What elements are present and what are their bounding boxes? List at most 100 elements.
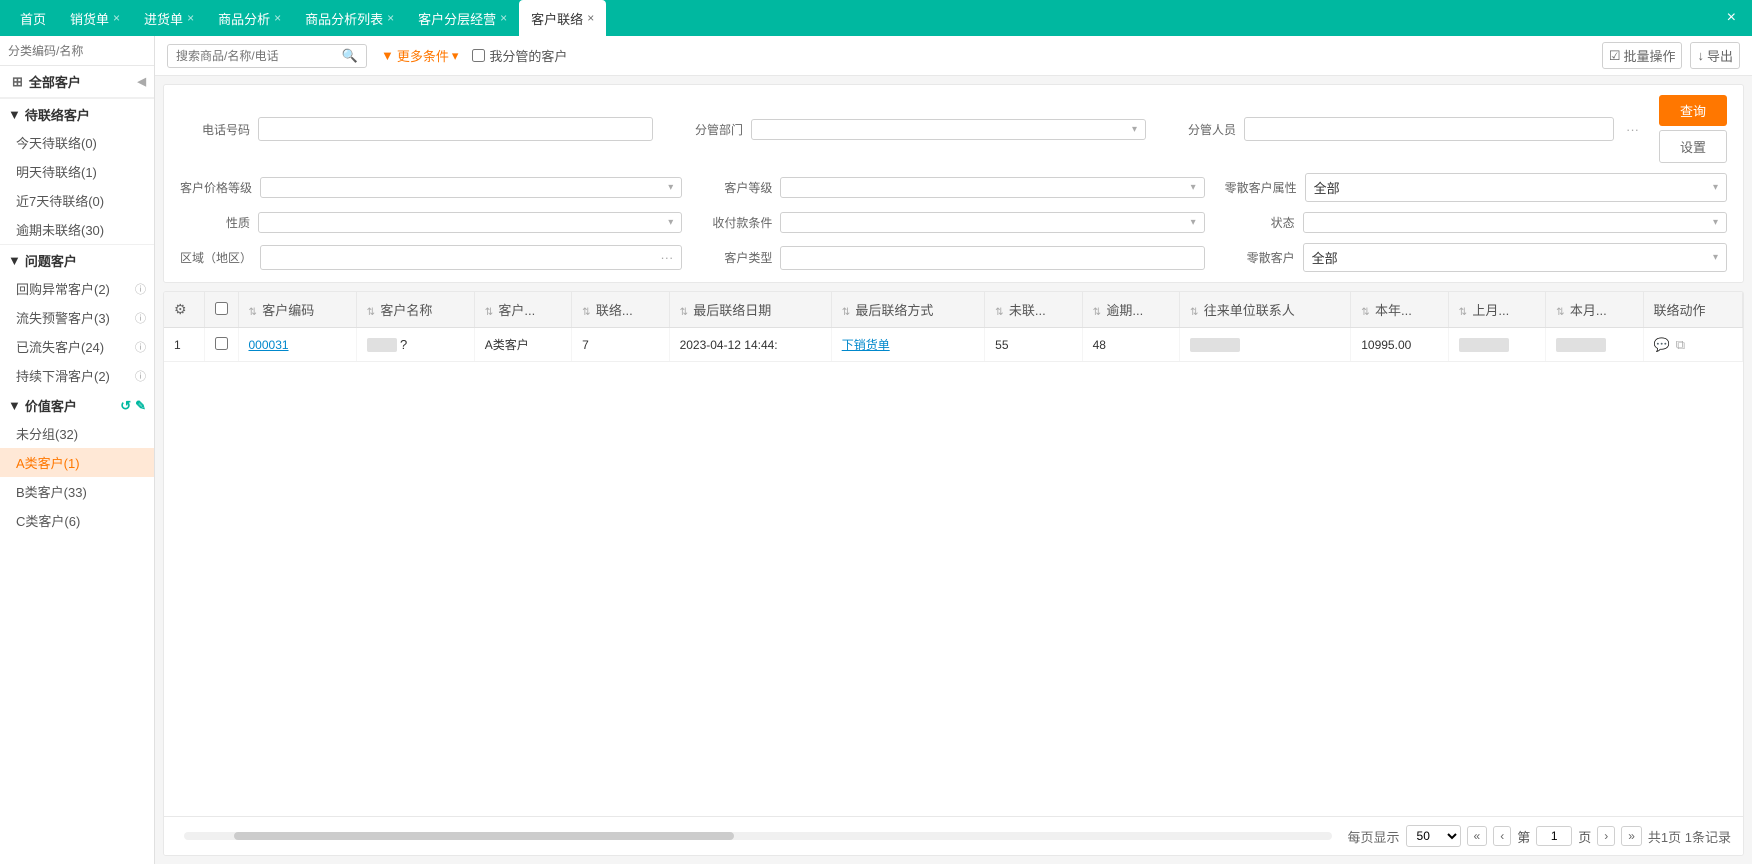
nav-sales-close[interactable]: ×	[113, 11, 120, 25]
this-month-blurred	[1556, 338, 1606, 352]
nav-goods-analysis-close[interactable]: ×	[274, 11, 281, 25]
th-checkbox	[204, 292, 238, 328]
region-select[interactable]: ···	[260, 245, 682, 270]
customer-level-select[interactable]: ▾	[780, 177, 1204, 198]
contact-count-sort-icon: ⇅	[582, 307, 590, 318]
th-name: ⇅ 客户名称	[356, 292, 474, 328]
status-select[interactable]: ▾	[1303, 212, 1727, 233]
sidebar-item-b-class[interactable]: B类客户(33)	[0, 477, 154, 506]
value-header-label: 价值客户	[25, 396, 77, 415]
filter-phone: 电话号码	[180, 117, 653, 141]
settings-button[interactable]: 设置	[1659, 130, 1727, 163]
grid-icon: ⊞	[12, 74, 23, 90]
search-input[interactable]	[176, 49, 338, 63]
last-date-sort-icon: ⇅	[680, 307, 688, 318]
retail-attr-select[interactable]: 全部 ▾	[1305, 173, 1727, 202]
filter-more-button[interactable]: ▼ 更多条件 ▾	[375, 43, 464, 68]
nav-home[interactable]: 首页	[8, 0, 58, 36]
dept-label: 分管部门	[673, 121, 743, 138]
sidebar-item-abnormal[interactable]: 回购异常客户(2) ⓘ	[0, 274, 154, 303]
name-suffix: ?	[400, 337, 407, 352]
nav-customer-tier[interactable]: 客户分层经营 ×	[406, 0, 519, 36]
sidebar-item-churn-warning[interactable]: 流失预警客户(3) ⓘ	[0, 303, 154, 332]
payment-arrow: ▾	[1191, 217, 1196, 228]
sidebar-search-input[interactable]	[8, 44, 155, 58]
nav-purchase-close[interactable]: ×	[187, 11, 194, 25]
my-customers-wrap: 我分管的客户	[472, 46, 567, 65]
contact-person-blurred	[1190, 338, 1240, 352]
info-icon-abnormal: ⓘ	[135, 281, 146, 297]
my-customers-checkbox[interactable]	[472, 49, 485, 62]
page-label: 第	[1517, 827, 1530, 846]
nav-customer-contact-close[interactable]: ×	[587, 11, 594, 25]
sidebar-collapse-icon[interactable]: ◀	[138, 75, 146, 88]
scroll-bar[interactable]	[184, 832, 1332, 840]
row-last-method[interactable]: 下销货单	[831, 328, 984, 362]
sidebar-item-churned[interactable]: 已流失客户(24) ⓘ	[0, 332, 154, 361]
retail-select[interactable]: 全部 ▾	[1303, 243, 1727, 272]
sidebar-item-a-class[interactable]: A类客户(1)	[0, 448, 154, 477]
query-button[interactable]: 查询	[1659, 95, 1727, 126]
value-action-icons[interactable]: ↺ ✎	[120, 398, 146, 414]
export-label: 导出	[1707, 46, 1733, 65]
sidebar-pending-header[interactable]: ▼ 待联络客户	[0, 98, 154, 128]
nav-customer-contact[interactable]: 客户联络 ×	[519, 0, 606, 36]
last-month-sort-icon: ⇅	[1459, 307, 1467, 318]
dept-select-arrow: ▾	[1132, 124, 1137, 135]
retail-attr-value: 全部	[1314, 178, 1340, 197]
table-settings-gear[interactable]: ⚙	[174, 301, 187, 317]
nav-goods-analysis-list[interactable]: 商品分析列表 ×	[293, 0, 406, 36]
export-button[interactable]: ↓ 导出	[1690, 42, 1740, 69]
dept-select[interactable]: ▾	[751, 119, 1146, 140]
select-all-checkbox[interactable]	[215, 302, 228, 315]
sidebar-item-tomorrow[interactable]: 明天待联络(1)	[0, 157, 154, 186]
customer-type-input[interactable]	[780, 246, 1204, 270]
row-no-contact: 55	[985, 328, 1082, 362]
nav-goods-analysis-label: 商品分析	[218, 9, 270, 28]
search-button[interactable]: 🔍	[342, 48, 358, 64]
sidebar-all-customers[interactable]: ⊞ 全部客户 ◀	[0, 66, 154, 98]
region-dots-icon[interactable]: ···	[660, 250, 673, 265]
prev-page-button[interactable]: ‹	[1493, 826, 1511, 846]
nature-select[interactable]: ▾	[258, 212, 682, 233]
message-icon[interactable]: 💬	[1654, 337, 1670, 353]
manager-input[interactable]	[1244, 117, 1614, 141]
row-code[interactable]: 000031	[238, 328, 356, 362]
nav-goods-analysis-list-close[interactable]: ×	[387, 11, 394, 25]
last-method-sort-icon: ⇅	[842, 307, 850, 318]
nav-customer-tier-close[interactable]: ×	[500, 11, 507, 25]
sidebar-item-c-class[interactable]: C类客户(6)	[0, 506, 154, 535]
row-select-checkbox[interactable]	[215, 337, 228, 350]
close-all-button[interactable]: ×	[1719, 9, 1744, 27]
refresh-icon[interactable]: ↺	[120, 398, 131, 414]
payment-select[interactable]: ▾	[780, 212, 1204, 233]
last-page-button[interactable]: »	[1621, 826, 1642, 846]
price-level-select[interactable]: ▾	[260, 177, 682, 198]
nav-home-label: 首页	[20, 9, 46, 28]
manager-dots-icon[interactable]: ···	[1626, 122, 1639, 137]
table-row: 1 000031 ? A类客户 7 2023-04-12 14:44	[164, 328, 1743, 362]
page-input[interactable]	[1536, 826, 1572, 846]
sidebar-item-today[interactable]: 今天待联络(0)	[0, 128, 154, 157]
sidebar-item-declining[interactable]: 持续下滑客户(2) ⓘ	[0, 361, 154, 390]
sidebar-item-ungrouped[interactable]: 未分组(32)	[0, 419, 154, 448]
next-page-button[interactable]: ›	[1597, 826, 1615, 846]
row-level: A类客户	[474, 328, 571, 362]
edit-icon[interactable]: ✎	[135, 398, 146, 414]
nav-sales[interactable]: 销货单 ×	[58, 0, 132, 36]
sidebar-item-overdue[interactable]: 逾期未联络(30)	[0, 215, 154, 244]
link-icon[interactable]: ⧉	[1676, 337, 1685, 353]
code-sort-icon: ⇅	[249, 307, 257, 318]
phone-input[interactable]	[258, 117, 653, 141]
row-action: 💬 ⧉	[1643, 328, 1742, 362]
first-page-button[interactable]: «	[1467, 826, 1488, 846]
nav-goods-analysis[interactable]: 商品分析 ×	[206, 0, 293, 36]
nav-purchase[interactable]: 进货单 ×	[132, 0, 206, 36]
sidebar-item-7days[interactable]: 近7天待联络(0)	[0, 186, 154, 215]
scroll-thumb	[234, 832, 734, 840]
batch-ops-button[interactable]: ☑ 批量操作	[1602, 42, 1683, 69]
sidebar-problem-header[interactable]: ▼ 问题客户	[0, 244, 154, 274]
page-size-select[interactable]: 50 100 200	[1406, 825, 1461, 847]
my-customers-label: 我分管的客户	[489, 46, 567, 65]
pending-arrow-icon: ▼	[8, 107, 21, 122]
